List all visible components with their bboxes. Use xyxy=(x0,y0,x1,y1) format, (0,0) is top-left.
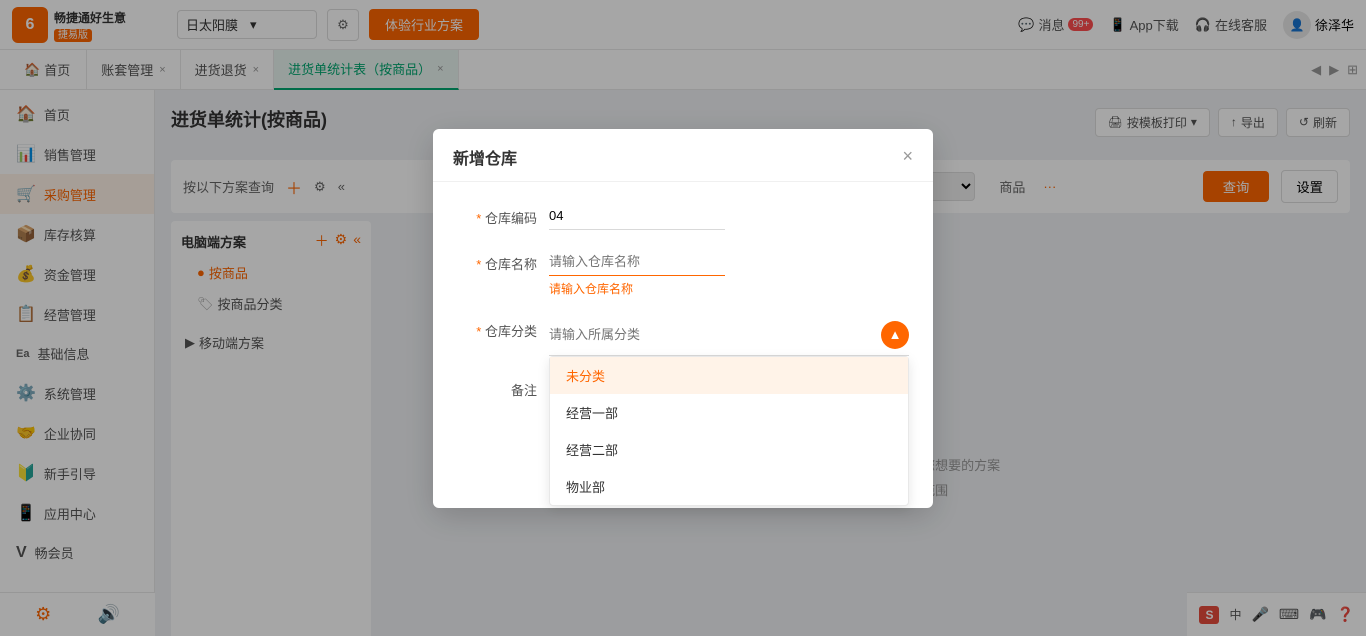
name-label: * 仓库名称 xyxy=(457,248,537,273)
name-input[interactable] xyxy=(549,248,725,276)
modal-close-icon[interactable]: × xyxy=(902,146,913,167)
category-field: ▲ 未分类 经营一部 经营二部 物业部 xyxy=(549,315,909,356)
code-label-text: 仓库编码 xyxy=(485,211,537,226)
category-dropdown: 未分类 经营一部 经营二部 物业部 xyxy=(549,356,909,506)
new-warehouse-modal: 新增仓库 × * 仓库编码 * 仓库名称 xyxy=(433,129,933,508)
note-label: 备注 xyxy=(457,374,537,399)
name-field: 请输入仓库名称 xyxy=(549,248,909,297)
code-field xyxy=(549,202,909,230)
dropdown-item-0[interactable]: 未分类 xyxy=(550,357,908,394)
name-label-text: 仓库名称 xyxy=(485,257,537,272)
category-toggle-icon[interactable]: ▲ xyxy=(881,321,909,349)
name-error-msg: 请输入仓库名称 xyxy=(549,280,909,297)
category-label-text: 仓库分类 xyxy=(485,324,537,339)
category-input[interactable] xyxy=(549,327,881,342)
note-label-text: 备注 xyxy=(511,383,537,398)
dropdown-item-1[interactable]: 经营一部 xyxy=(550,394,908,431)
warehouse-code-row: * 仓库编码 xyxy=(457,202,909,230)
category-row[interactable]: ▲ xyxy=(549,315,909,356)
warehouse-name-row: * 仓库名称 请输入仓库名称 xyxy=(457,248,909,297)
dropdown-item-2[interactable]: 经营二部 xyxy=(550,431,908,468)
modal-body: * 仓库编码 * 仓库名称 请输入仓库名称 xyxy=(433,182,933,440)
code-label: * 仓库编码 xyxy=(457,202,537,227)
dropdown-item-3[interactable]: 物业部 xyxy=(550,468,908,505)
code-input[interactable] xyxy=(549,202,725,230)
category-label: * 仓库分类 xyxy=(457,315,537,340)
warehouse-category-row: * 仓库分类 ▲ 未分类 经营一部 经营二部 物业部 xyxy=(457,315,909,356)
modal-title: 新增仓库 xyxy=(453,145,517,169)
modal-overlay: 新增仓库 × * 仓库编码 * 仓库名称 xyxy=(0,0,1366,636)
modal-header: 新增仓库 × xyxy=(433,129,933,182)
